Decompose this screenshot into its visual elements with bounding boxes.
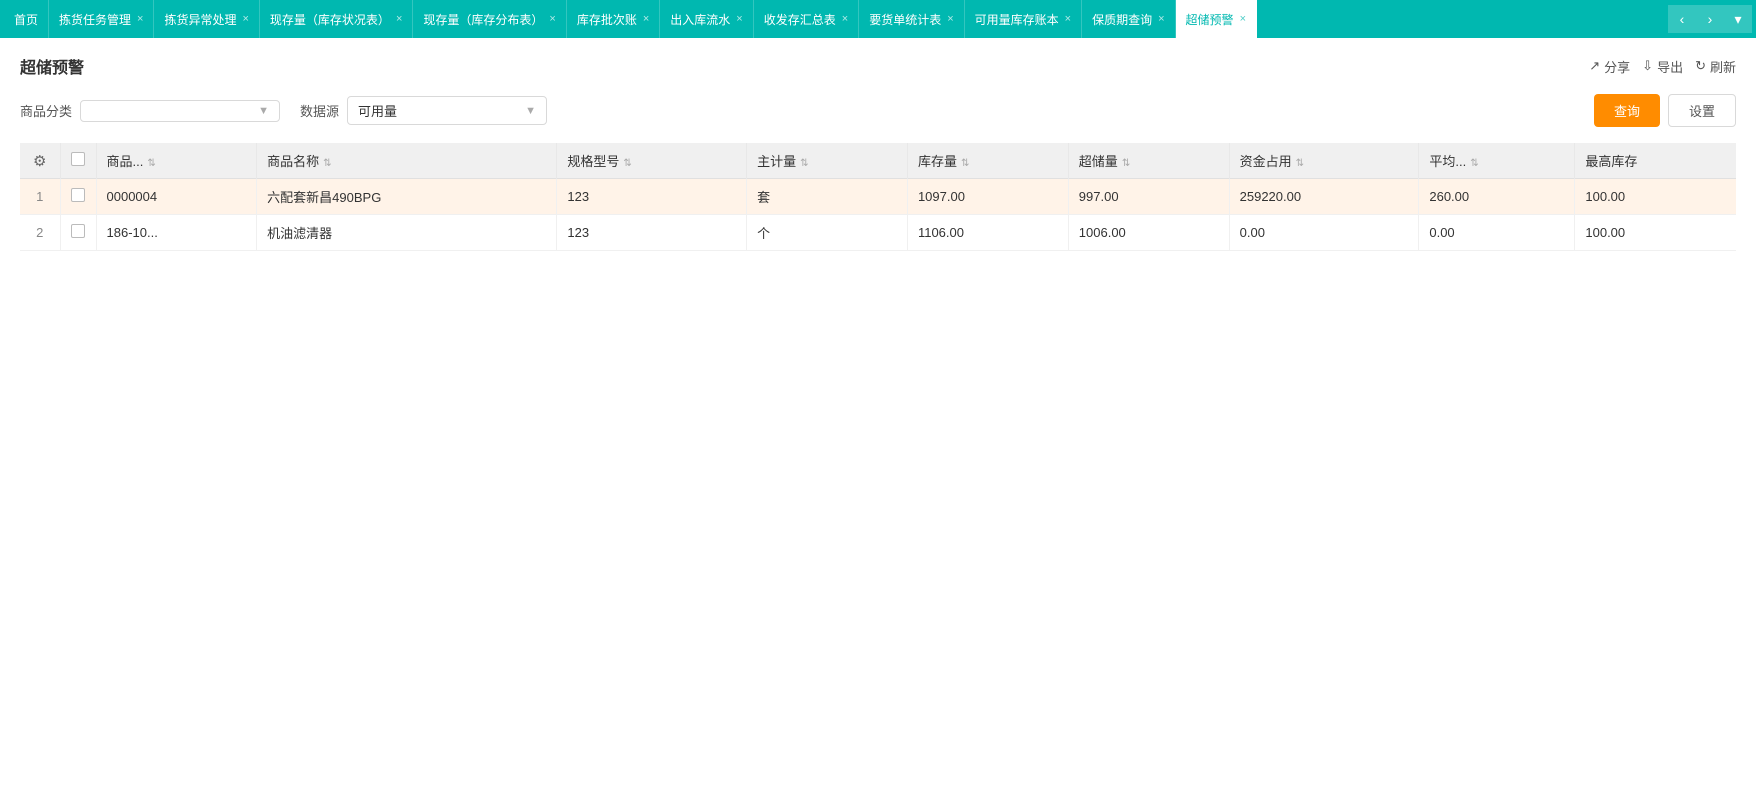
row-avg: 260.00 <box>1419 179 1575 215</box>
tab-close-icon[interactable]: × <box>643 13 649 25</box>
table-row: 2 186-10... 机油滤清器 123 个 1106.00 1006.00 … <box>20 215 1736 251</box>
nav-tab-inventory-status[interactable]: 现存量（库存状况表）× <box>260 0 413 38</box>
row-spec: 123 <box>557 215 747 251</box>
col-settings[interactable]: ⚙ <box>20 143 60 179</box>
nav-tab-task-mgmt[interactable]: 拣货任务管理× <box>49 0 154 38</box>
col-unit[interactable]: 主计量⇅ <box>747 143 908 179</box>
row-product-code: 186-10... <box>96 215 257 251</box>
share-button[interactable]: ↗ 分享 <box>1589 57 1630 76</box>
row-product-code: 0000004 <box>96 179 257 215</box>
nav-tab-inout[interactable]: 出入库流水× <box>660 0 753 38</box>
settings-button[interactable]: 设置 <box>1668 94 1736 127</box>
tab-close-icon[interactable]: × <box>947 13 953 25</box>
col-product-code[interactable]: 商品...⇅ <box>96 143 257 179</box>
row-checkbox-cell <box>60 179 96 215</box>
row-checkbox[interactable] <box>71 224 85 238</box>
datasource-select[interactable]: 可用量 ▼ <box>347 96 547 125</box>
col-capital[interactable]: 资金占用⇅ <box>1229 143 1419 179</box>
row-unit: 个 <box>747 215 908 251</box>
row-num: 2 <box>20 215 60 251</box>
nav-tab-quality[interactable]: 保质期查询× <box>1082 0 1175 38</box>
gear-icon[interactable]: ⚙ <box>33 153 46 170</box>
category-filter: 商品分类 ▼ <box>20 100 280 122</box>
datasource-filter: 数据源 可用量 ▼ <box>300 96 547 125</box>
table-header-row: ⚙ 商品...⇅ 商品名称⇅ 规格型号⇅ 主计量⇅ 库存量⇅ 超储量⇅ 资金占用… <box>20 143 1736 179</box>
tab-close-icon[interactable]: × <box>842 13 848 25</box>
row-capital: 0.00 <box>1229 215 1419 251</box>
tab-close-icon[interactable]: × <box>1065 13 1071 25</box>
col-stock[interactable]: 库存量⇅ <box>907 143 1068 179</box>
row-overstock: 1006.00 <box>1068 215 1229 251</box>
row-unit: 套 <box>747 179 908 215</box>
row-num: 1 <box>20 179 60 215</box>
row-product-name: 机油滤清器 <box>257 215 557 251</box>
col-spec[interactable]: 规格型号⇅ <box>557 143 747 179</box>
nav-more-button[interactable]: ▾ <box>1724 5 1752 33</box>
main-content: 超储预警 ↗ 分享 ⇩ 导出 ↻ 刷新 商品分类 ▼ 数据源 <box>0 38 1756 800</box>
row-checkbox[interactable] <box>71 188 85 202</box>
tab-close-icon[interactable]: × <box>549 13 555 25</box>
nav-prev-button[interactable]: ‹ <box>1668 5 1696 33</box>
chevron-down-icon: ▼ <box>258 105 269 117</box>
table-row: 1 0000004 六配套新昌490BPG 123 套 1097.00 997.… <box>20 179 1736 215</box>
tab-close-icon[interactable]: × <box>396 13 402 25</box>
data-table: ⚙ 商品...⇅ 商品名称⇅ 规格型号⇅ 主计量⇅ 库存量⇅ 超储量⇅ 资金占用… <box>20 143 1736 251</box>
nav-tab-order-stat[interactable]: 要货单统计表× <box>859 0 964 38</box>
col-product-name[interactable]: 商品名称⇅ <box>257 143 557 179</box>
page-header: 超储预警 ↗ 分享 ⇩ 导出 ↻ 刷新 <box>20 54 1736 78</box>
row-stock: 1106.00 <box>907 215 1068 251</box>
tab-close-icon[interactable]: × <box>1240 13 1246 25</box>
col-max-stock[interactable]: 最高库存 <box>1575 143 1736 179</box>
nav-tab-abnormal[interactable]: 拣货异常处理× <box>154 0 259 38</box>
export-icon: ⇩ <box>1642 58 1653 74</box>
nav-tab-batch[interactable]: 库存批次账× <box>567 0 660 38</box>
row-product-name: 六配套新昌490BPG <box>257 179 557 215</box>
row-max-stock: 100.00 <box>1575 215 1736 251</box>
category-label: 商品分类 <box>20 101 72 120</box>
row-spec: 123 <box>557 179 747 215</box>
datasource-label: 数据源 <box>300 101 339 120</box>
header-actions: ↗ 分享 ⇩ 导出 ↻ 刷新 <box>1589 57 1736 76</box>
export-button[interactable]: ⇩ 导出 <box>1642 57 1683 76</box>
row-overstock: 997.00 <box>1068 179 1229 215</box>
filter-actions: 查询 设置 <box>1594 94 1736 127</box>
share-icon: ↗ <box>1589 58 1600 74</box>
row-avg: 0.00 <box>1419 215 1575 251</box>
tab-close-icon[interactable]: × <box>137 13 143 25</box>
tab-close-icon[interactable]: × <box>736 13 742 25</box>
refresh-button[interactable]: ↻ 刷新 <box>1695 57 1736 76</box>
nav-next-button[interactable]: › <box>1696 5 1724 33</box>
query-button[interactable]: 查询 <box>1594 94 1660 127</box>
datasource-value: 可用量 <box>358 101 397 120</box>
refresh-icon: ↻ <box>1695 58 1706 74</box>
nav-arrows: ‹ › ▾ <box>1668 5 1752 33</box>
page-title: 超储预警 <box>20 54 84 78</box>
tab-close-icon[interactable]: × <box>1158 13 1164 25</box>
tab-close-icon[interactable]: × <box>242 13 248 25</box>
row-checkbox-cell <box>60 215 96 251</box>
category-select[interactable]: ▼ <box>80 100 280 122</box>
nav-tab-home[interactable]: 首页 <box>4 0 49 38</box>
col-overstock[interactable]: 超储量⇅ <box>1068 143 1229 179</box>
col-avg[interactable]: 平均...⇅ <box>1419 143 1575 179</box>
row-capital: 259220.00 <box>1229 179 1419 215</box>
chevron-down-icon: ▼ <box>525 105 536 117</box>
nav-tab-inventory-dist[interactable]: 现存量（库存分布表）× <box>413 0 566 38</box>
row-max-stock: 100.00 <box>1575 179 1736 215</box>
top-navigation: 首页拣货任务管理×拣货异常处理×现存量（库存状况表）×现存量（库存分布表）×库存… <box>0 0 1756 38</box>
filter-row: 商品分类 ▼ 数据源 可用量 ▼ 查询 设置 <box>20 94 1736 127</box>
col-check <box>60 143 96 179</box>
nav-tab-available[interactable]: 可用量库存账本× <box>965 0 1082 38</box>
header-checkbox[interactable] <box>71 152 85 166</box>
row-stock: 1097.00 <box>907 179 1068 215</box>
nav-tab-collect[interactable]: 收发存汇总表× <box>754 0 859 38</box>
nav-tab-overstock[interactable]: 超储预警× <box>1176 0 1257 38</box>
